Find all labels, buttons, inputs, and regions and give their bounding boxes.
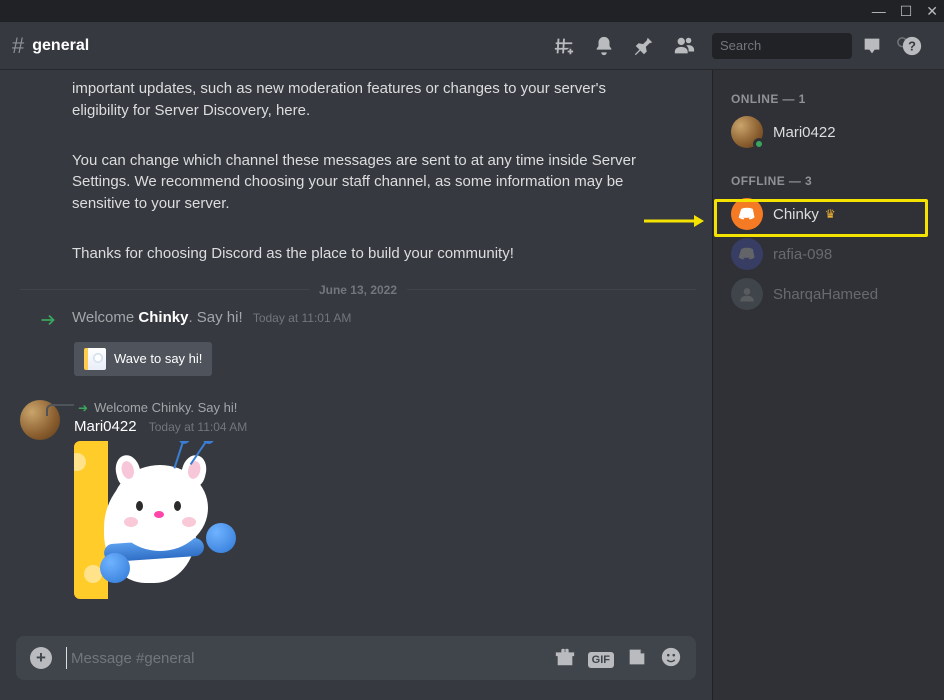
gif-icon[interactable]: GIF <box>588 651 614 666</box>
member-row[interactable]: Mari0422 <box>723 112 934 152</box>
member-name: Chinky <box>773 206 819 223</box>
reply-text: Welcome Chinky. Say hi! <box>94 400 237 415</box>
member-name: SharqaHameed <box>773 286 878 303</box>
reply-spine-icon <box>46 404 74 416</box>
help-icon[interactable]: ? <box>900 34 924 58</box>
avatar <box>731 116 763 148</box>
offline-group-label: OFFLINE — 3 <box>731 174 934 188</box>
wave-button-label: Wave to say hi! <box>114 351 202 366</box>
member-row[interactable]: rafia-098 <box>723 234 934 274</box>
system-message: Thanks for choosing Discord as the place… <box>72 243 652 265</box>
hash-icon: # <box>12 33 24 59</box>
inbox-icon[interactable] <box>860 34 884 58</box>
message-timestamp: Today at 11:04 AM <box>149 420 248 434</box>
window-titlebar: — ☐ ✕ <box>0 0 944 22</box>
message-composer[interactable]: + GIF <box>16 636 696 680</box>
join-text: Welcome Chinky. Say hi! Today at 11:01 A… <box>72 309 351 326</box>
svg-text:?: ? <box>908 38 916 53</box>
sticker[interactable] <box>74 441 244 599</box>
channel-header: # general ? <box>0 22 944 70</box>
members-sidebar: ONLINE — 1 Mari0422 OFFLINE — 3 Chinky ♛… <box>712 70 944 700</box>
message-author[interactable]: Mari0422 Today at 11:04 AM <box>74 418 696 435</box>
search-box[interactable] <box>712 33 852 59</box>
wave-sticker-icon <box>84 348 106 370</box>
message: ➜ Welcome Chinky. Say hi! Mari0422 Today… <box>20 400 696 599</box>
member-row[interactable]: SharqaHameed <box>723 274 934 314</box>
gift-icon[interactable] <box>554 646 576 671</box>
threads-icon[interactable] <box>552 34 576 58</box>
system-message: important updates, such as new moderatio… <box>72 78 652 122</box>
status-online-icon <box>753 138 765 150</box>
online-group-label: ONLINE — 1 <box>731 92 934 106</box>
sticker-icon[interactable] <box>626 646 648 671</box>
pinned-icon[interactable] <box>632 34 656 58</box>
join-message: Welcome Chinky. Say hi! Today at 11:01 A… <box>20 307 696 334</box>
text-cursor <box>66 647 67 669</box>
member-row[interactable]: Chinky ♛ <box>723 194 934 234</box>
messages-scroller[interactable]: important updates, such as new moderatio… <box>0 70 712 636</box>
window-minimize-button[interactable]: — <box>872 3 886 19</box>
reply-preview[interactable]: ➜ Welcome Chinky. Say hi! <box>46 400 696 416</box>
emoji-icon[interactable] <box>660 646 682 671</box>
notifications-icon[interactable] <box>592 34 616 58</box>
window-close-button[interactable]: ✕ <box>926 3 938 20</box>
message-input[interactable] <box>71 650 542 667</box>
avatar <box>731 238 763 270</box>
system-message: You can change which channel these messa… <box>72 150 652 215</box>
wave-button[interactable]: Wave to say hi! <box>74 342 212 376</box>
reply-arrow-icon: ➜ <box>78 401 88 415</box>
window-maximize-button[interactable]: ☐ <box>900 3 913 20</box>
join-timestamp: Today at 11:01 AM <box>253 311 352 325</box>
date-divider: June 13, 2022 <box>20 283 696 297</box>
avatar <box>731 198 763 230</box>
join-arrow-icon <box>40 313 58 332</box>
channel-name: general <box>32 37 89 55</box>
avatar <box>731 278 763 310</box>
members-icon[interactable] <box>672 34 696 58</box>
date-divider-label: June 13, 2022 <box>309 283 407 297</box>
attach-button[interactable]: + <box>30 647 52 669</box>
crown-icon: ♛ <box>825 207 836 221</box>
member-name: Mari0422 <box>773 124 836 141</box>
member-name: rafia-098 <box>773 246 832 263</box>
